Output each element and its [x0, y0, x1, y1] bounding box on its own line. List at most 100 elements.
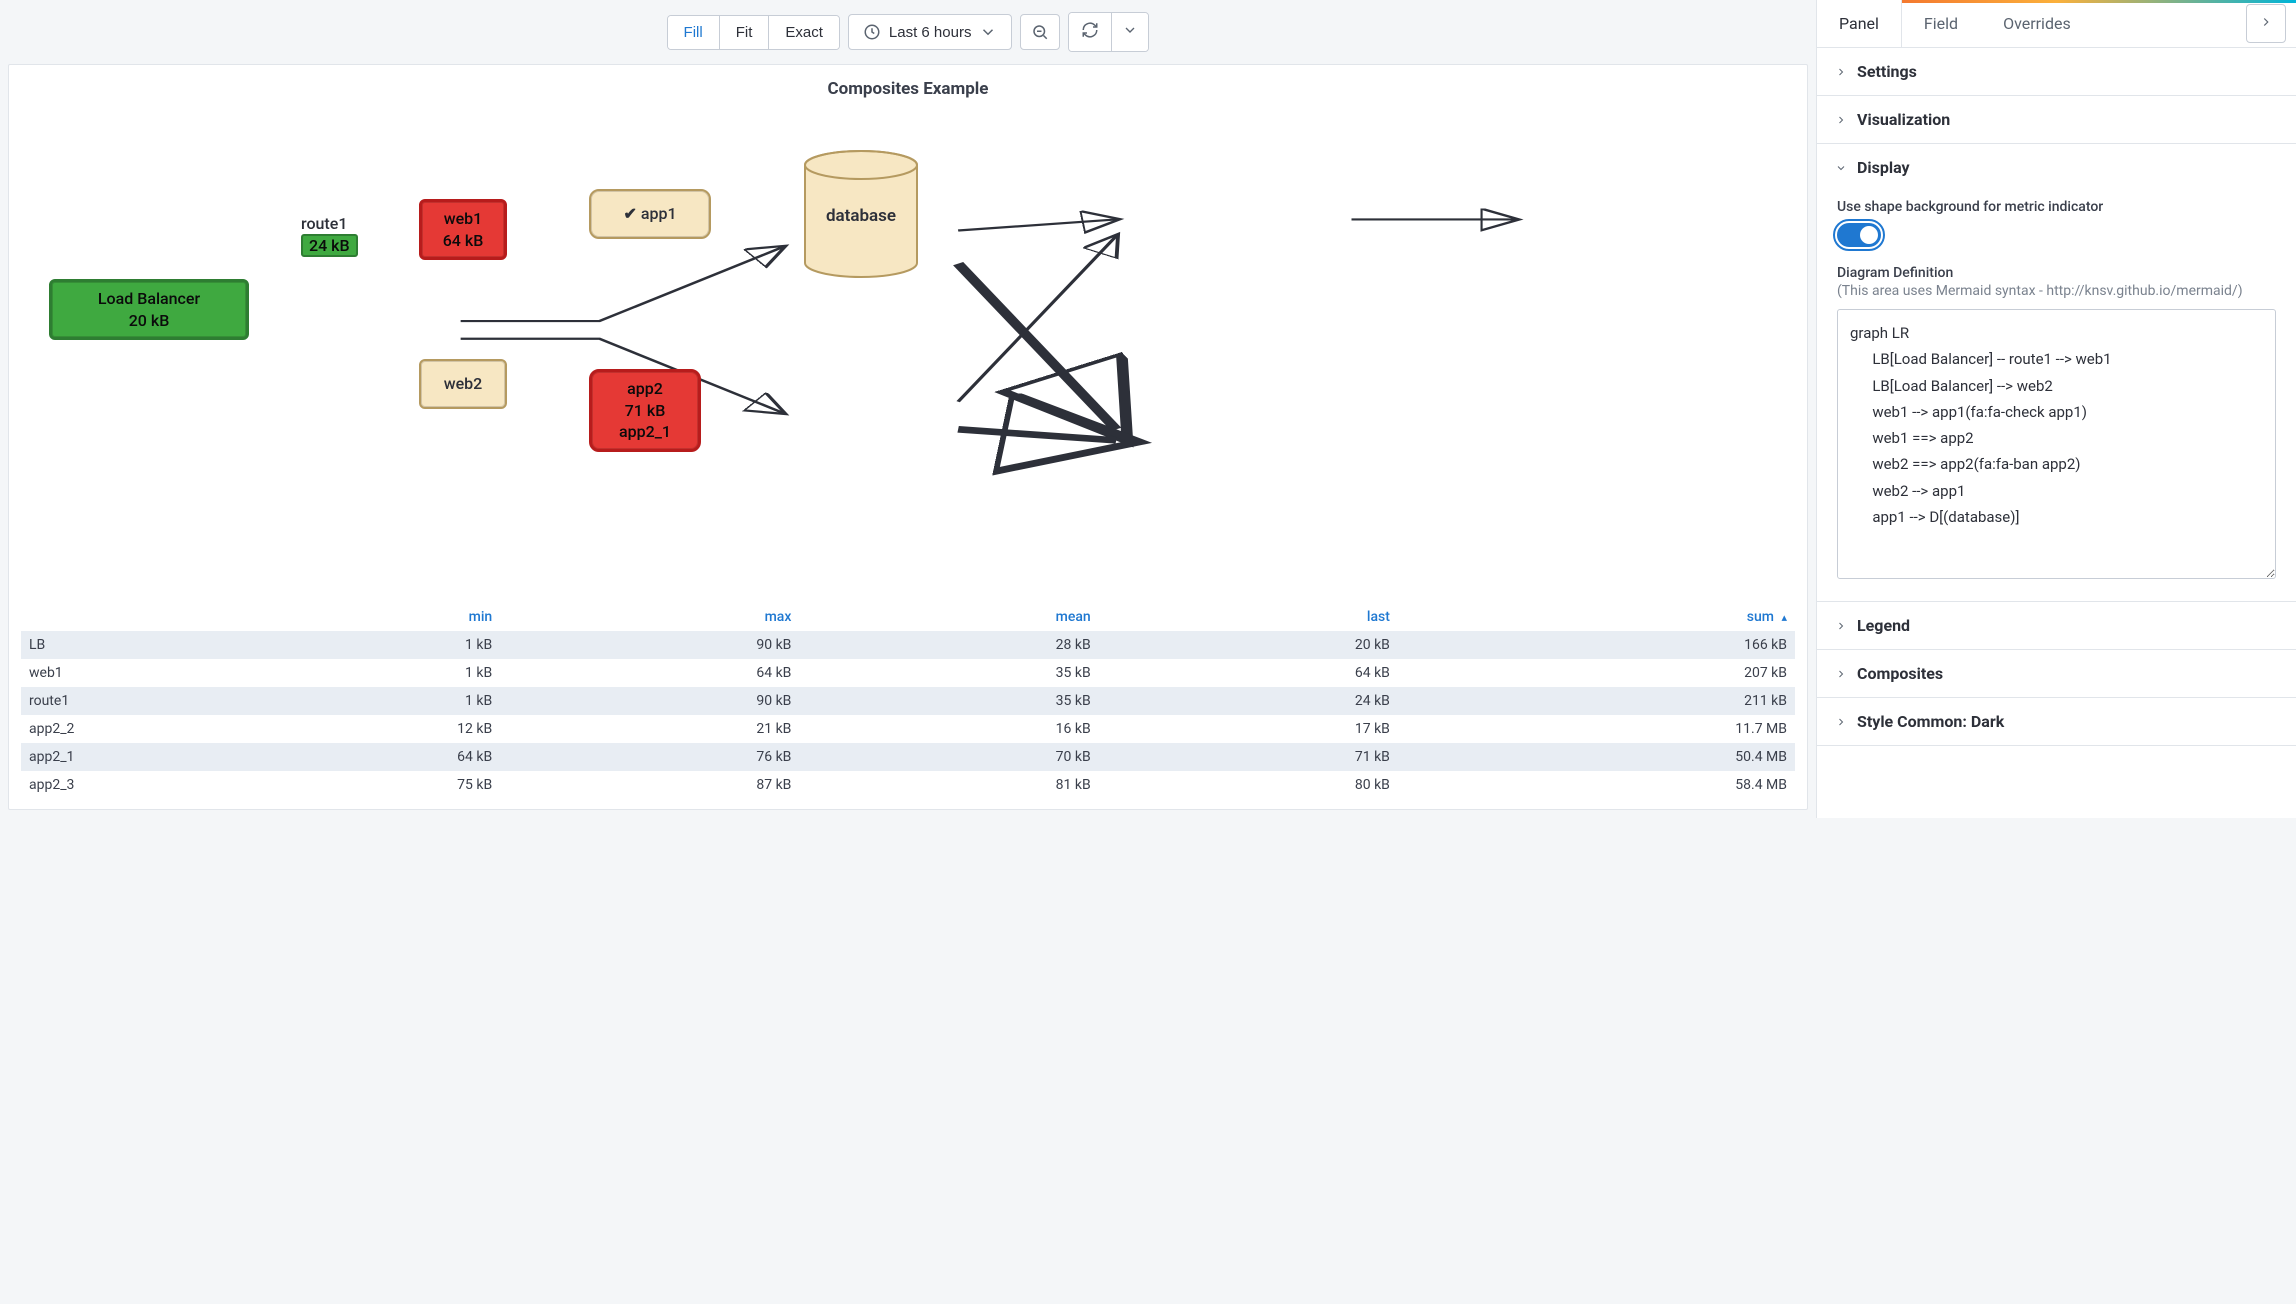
tab-overrides[interactable]: Overrides [1981, 0, 2094, 47]
refresh-button[interactable] [1069, 13, 1112, 51]
col-sum[interactable]: sum ▴ [1398, 603, 1795, 631]
table-row[interactable]: app2_375 kB87 kB81 kB80 kB58.4 MB [21, 771, 1795, 799]
node-label: database [801, 206, 921, 226]
refresh-icon [1081, 21, 1099, 39]
node-label: app1 [641, 204, 677, 223]
editor-tabbar: Panel Field Overrides [1817, 0, 2296, 48]
section-display: Display Use shape background for metric … [1817, 144, 2296, 602]
col-name[interactable] [21, 603, 201, 631]
cell-max: 21 kB [500, 715, 799, 743]
col-last[interactable]: last [1099, 603, 1398, 631]
section-style-common-header[interactable]: Style Common: Dark [1817, 698, 2296, 745]
col-max[interactable]: max [500, 603, 799, 631]
cell-min: 1 kB [201, 659, 500, 687]
section-legend-header[interactable]: Legend [1817, 602, 2296, 649]
cell-sum: 211 kB [1398, 687, 1795, 715]
time-range-picker[interactable]: Last 6 hours [848, 14, 1013, 50]
cell-sum: 11.7 MB [1398, 715, 1795, 743]
cell-mean: 81 kB [799, 771, 1098, 799]
edge-label-value: 24 kB [301, 234, 358, 257]
cell-name: LB [21, 631, 201, 659]
cell-last: 17 kB [1099, 715, 1398, 743]
cell-max: 76 kB [500, 743, 799, 771]
node-web1[interactable]: web1 64 kB [419, 199, 507, 260]
refresh-interval-button[interactable] [1112, 13, 1148, 51]
cell-mean: 35 kB [799, 687, 1098, 715]
cell-min: 1 kB [201, 631, 500, 659]
cell-mean: 35 kB [799, 659, 1098, 687]
diagram-definition-textarea[interactable] [1837, 309, 2276, 579]
section-visualization-header[interactable]: Visualization [1817, 96, 2296, 143]
cell-max: 87 kB [500, 771, 799, 799]
zoom-exact-button[interactable]: Exact [769, 16, 839, 49]
cell-min: 64 kB [201, 743, 500, 771]
node-value: 71 kB [602, 400, 688, 422]
cell-sum: 166 kB [1398, 631, 1795, 659]
cell-mean: 16 kB [799, 715, 1098, 743]
cell-sum: 50.4 MB [1398, 743, 1795, 771]
cell-max: 90 kB [500, 687, 799, 715]
refresh-group [1068, 12, 1149, 52]
node-sub: app2_1 [602, 421, 688, 443]
node-database[interactable]: database [801, 149, 921, 279]
chevron-right-icon [1835, 66, 1847, 78]
diagram-canvas[interactable]: Load Balancer 20 kB route1 24 kB web1 64… [21, 109, 1795, 595]
cell-sum: 58.4 MB [1398, 771, 1795, 799]
section-composites: Composites [1817, 650, 2296, 698]
zoom-out-button[interactable] [1020, 14, 1060, 50]
table-row[interactable]: route11 kB90 kB35 kB24 kB211 kB [21, 687, 1795, 715]
cell-mean: 28 kB [799, 631, 1098, 659]
tab-panel[interactable]: Panel [1817, 0, 1902, 47]
section-settings-header[interactable]: Settings [1817, 48, 2296, 95]
col-mean[interactable]: mean [799, 603, 1098, 631]
use-shape-bg-toggle[interactable] [1837, 223, 1881, 247]
node-app1[interactable]: ✔ app1 [589, 189, 711, 239]
panel-toolbar: Fill Fit Exact Last 6 hours [8, 8, 1808, 64]
node-value: 64 kB [432, 230, 494, 252]
cell-name: web1 [21, 659, 201, 687]
chevron-right-icon [1835, 114, 1847, 126]
diagram-definition-hint: (This area uses Mermaid syntax - http://… [1837, 283, 2276, 299]
panel-card: Composites Example [8, 64, 1808, 810]
cell-name: app2_2 [21, 715, 201, 743]
expand-editor-button[interactable] [2246, 4, 2286, 43]
chevron-down-icon [979, 23, 997, 41]
cell-name: route1 [21, 687, 201, 715]
cell-max: 64 kB [500, 659, 799, 687]
node-label: web2 [431, 373, 495, 395]
chevron-right-icon [1835, 716, 1847, 728]
section-composites-header[interactable]: Composites [1817, 650, 2296, 697]
chevron-right-icon [2259, 15, 2273, 29]
node-load-balancer[interactable]: Load Balancer 20 kB [49, 279, 249, 340]
table-row[interactable]: LB1 kB90 kB28 kB20 kB166 kB [21, 631, 1795, 659]
legend-table: min max mean last sum ▴ LB1 kB90 kB28 kB… [21, 603, 1795, 799]
zoom-out-icon [1031, 23, 1049, 41]
section-display-header[interactable]: Display [1817, 144, 2296, 191]
table-row[interactable]: app2_164 kB76 kB70 kB71 kB50.4 MB [21, 743, 1795, 771]
zoom-fill-button[interactable]: Fill [668, 16, 720, 49]
cell-mean: 70 kB [799, 743, 1098, 771]
use-shape-bg-label: Use shape background for metric indicato… [1837, 199, 2276, 215]
cell-name: app2_3 [21, 771, 201, 799]
zoom-mode-group: Fill Fit Exact [667, 15, 840, 50]
diagram-definition-label: Diagram Definition [1837, 265, 2276, 281]
chevron-right-icon [1835, 620, 1847, 632]
cell-last: 71 kB [1099, 743, 1398, 771]
cell-last: 64 kB [1099, 659, 1398, 687]
cell-min: 75 kB [201, 771, 500, 799]
table-row[interactable]: web11 kB64 kB35 kB64 kB207 kB [21, 659, 1795, 687]
node-app2[interactable]: app2 71 kB app2_1 [589, 369, 701, 452]
cell-min: 12 kB [201, 715, 500, 743]
node-web2[interactable]: web2 [419, 359, 507, 409]
section-legend: Legend [1817, 602, 2296, 650]
zoom-fit-button[interactable]: Fit [720, 16, 770, 49]
tab-field[interactable]: Field [1902, 0, 1981, 47]
section-visualization: Visualization [1817, 96, 2296, 144]
col-min[interactable]: min [201, 603, 500, 631]
cell-max: 90 kB [500, 631, 799, 659]
section-display-body: Use shape background for metric indicato… [1817, 191, 2296, 601]
check-icon: ✔ [623, 204, 636, 223]
cell-min: 1 kB [201, 687, 500, 715]
cell-last: 80 kB [1099, 771, 1398, 799]
table-row[interactable]: app2_212 kB21 kB16 kB17 kB11.7 MB [21, 715, 1795, 743]
